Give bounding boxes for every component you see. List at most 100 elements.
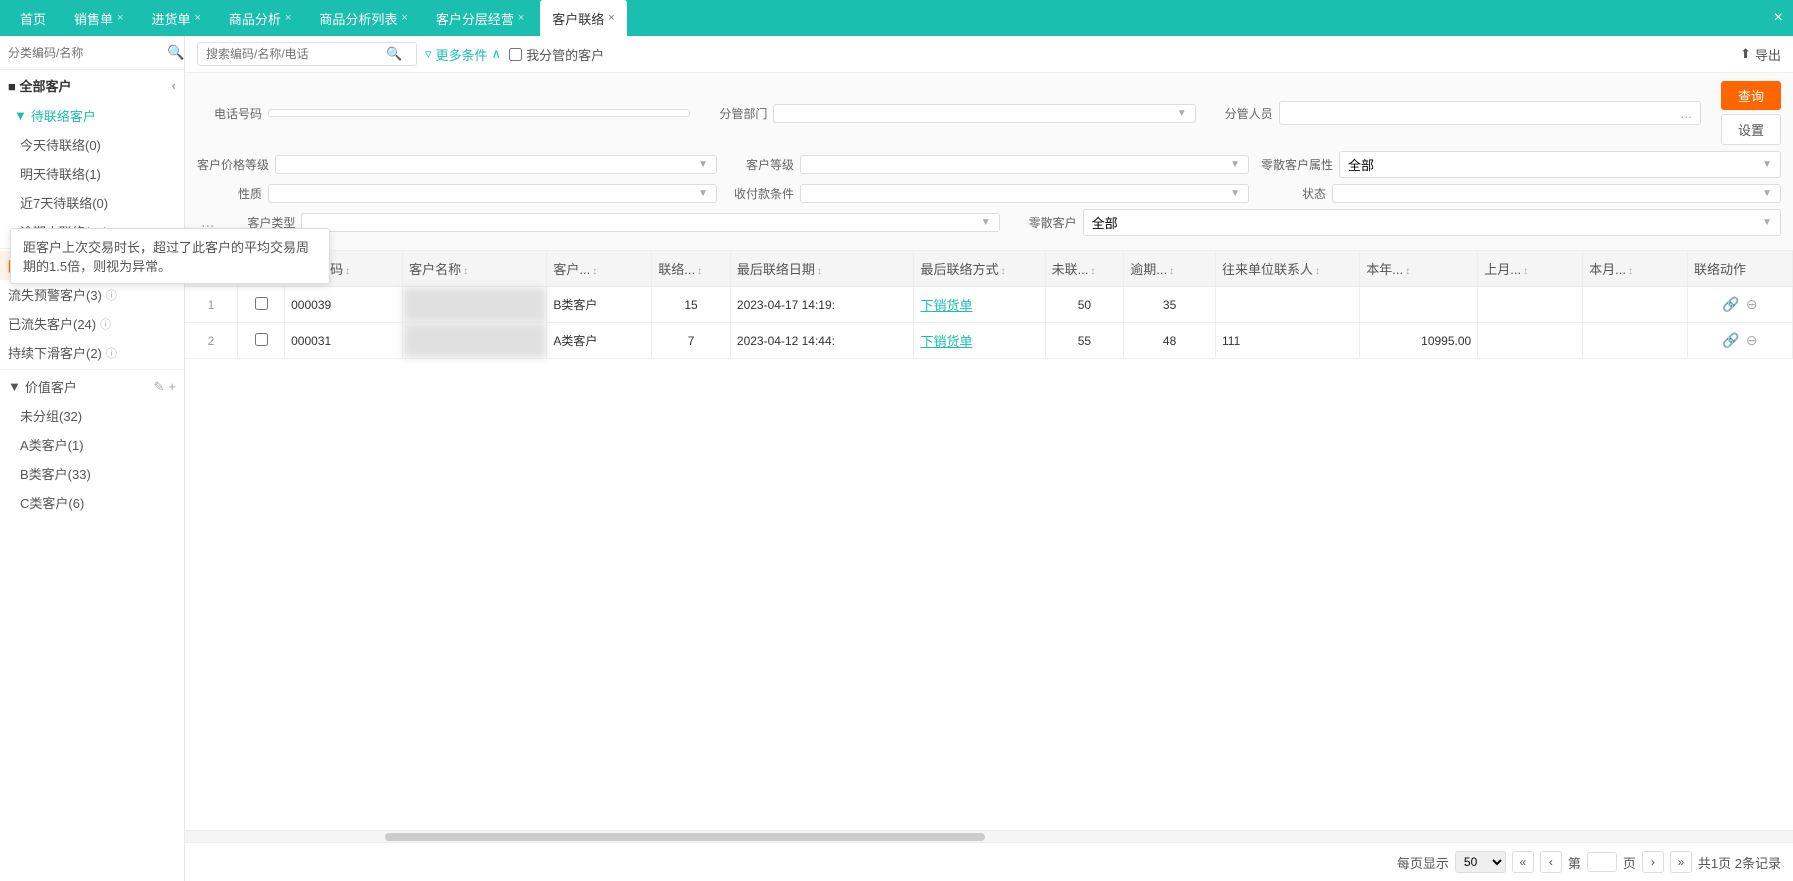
cell-checkbox[interactable] <box>237 287 284 323</box>
sort-icon[interactable]: ↕ <box>1315 266 1320 277</box>
sidebar-group-value-customer[interactable]: ▼ 价值客户 ✎ + <box>0 372 184 401</box>
payment-select[interactable]: ▼ <box>800 184 1249 203</box>
search-icon[interactable]: 🔍 <box>167 44 184 61</box>
customer-type-select[interactable]: ▼ <box>301 213 999 232</box>
nav-tab-customer-contact[interactable]: 客户联络 × <box>540 0 626 36</box>
contact-add-icon[interactable]: ⊖ <box>1746 296 1758 313</box>
more-conditions-button[interactable]: ▿ 更多条件 ∧ <box>425 45 501 64</box>
cell-customer-name[interactable] <box>403 287 547 323</box>
sidebar-item-declining[interactable]: 持续下滑客户(2) ⓘ <box>0 338 184 367</box>
next-page-button[interactable]: › <box>1642 851 1664 873</box>
sort-icon[interactable]: ↕ <box>1628 266 1633 277</box>
phone-input[interactable] <box>268 109 690 117</box>
sort-icon[interactable]: ↕ <box>463 266 468 277</box>
price-tier-label: 客户价格等级 <box>197 156 269 173</box>
cell-unit-contact <box>1216 287 1360 323</box>
nav-tab-home[interactable]: 首页 <box>8 0 58 36</box>
prev-page-button[interactable]: ‹ <box>1540 851 1562 873</box>
payment-label: 收付款条件 <box>729 185 794 202</box>
customer-grade-select[interactable]: ▼ <box>800 155 1249 174</box>
close-icon[interactable]: × <box>608 12 614 24</box>
sort-icon[interactable]: ↕ <box>1169 266 1174 277</box>
nav-tab-customer-tier[interactable]: 客户分层经营 × <box>424 0 536 36</box>
retail-attr-select[interactable]: 全部▼ <box>1339 151 1781 178</box>
sort-icon[interactable]: ↕ <box>345 266 350 277</box>
contact-method-link[interactable]: 下销货单 <box>920 298 972 313</box>
sidebar-item-today-contact[interactable]: 今天待联络(0) <box>0 130 184 159</box>
search-icon[interactable]: 🔍 <box>386 46 402 62</box>
sort-icon[interactable]: ↕ <box>1000 266 1005 277</box>
sidebar-item-lost-customers[interactable]: 已流失客户(24) ⓘ <box>0 309 184 338</box>
sidebar-item-class-b[interactable]: B类客户(33) <box>0 459 184 488</box>
page-number-input[interactable]: 1 <box>1587 852 1617 872</box>
my-customer-check[interactable] <box>509 48 522 61</box>
row-checkbox[interactable] <box>255 297 268 310</box>
sidebar-item-class-c[interactable]: C类客户(6) <box>0 488 184 517</box>
cell-checkbox[interactable] <box>237 323 284 359</box>
pagination-bar: 每页显示 50 100 200 « ‹ 第 1 页 › » 共1页 2条记录 <box>185 842 1793 881</box>
cell-overdue: 48 <box>1124 323 1216 359</box>
sort-icon[interactable]: ↕ <box>1405 266 1410 277</box>
plus-icon[interactable]: + <box>168 379 176 395</box>
sidebar-search-input[interactable] <box>8 46 163 60</box>
nav-tab-sales[interactable]: 销售单 × <box>62 0 135 36</box>
th-unread: 未联...↕ <box>1045 251 1124 287</box>
close-icon[interactable]: × <box>518 12 524 24</box>
sidebar-item-ungroup[interactable]: 未分组(32) <box>0 401 184 430</box>
contact-method-link[interactable]: 下销货单 <box>920 334 972 349</box>
row-checkbox[interactable] <box>255 333 268 346</box>
cell-customer-name[interactable] <box>403 323 547 359</box>
cell-last-month <box>1478 323 1583 359</box>
close-icon[interactable]: × <box>401 12 407 24</box>
export-button[interactable]: ⬆ 导出 <box>1740 45 1781 64</box>
per-page-select[interactable]: 50 100 200 <box>1455 851 1506 873</box>
nav-tab-product-list[interactable]: 商品分析列表 × <box>307 0 419 36</box>
edit-icon[interactable]: ✎ <box>154 379 165 395</box>
filter-search-input[interactable] <box>206 47 386 61</box>
cell-contact: 15 <box>652 287 731 323</box>
sidebar-item-loss-warning[interactable]: 流失预警客户(3) ⓘ <box>0 280 184 309</box>
sort-icon[interactable]: ↕ <box>1090 266 1095 277</box>
nav-tab-product-analysis[interactable]: 商品分析 × <box>217 0 303 36</box>
query-button[interactable]: 查询 <box>1721 81 1781 110</box>
customer-grade-label: 客户等级 <box>729 156 794 173</box>
close-icon[interactable]: × <box>285 12 291 24</box>
person-select[interactable]: ... <box>1279 101 1701 125</box>
first-page-button[interactable]: « <box>1512 851 1534 873</box>
sort-icon[interactable]: ↕ <box>817 266 822 277</box>
status-select[interactable]: ▼ <box>1332 184 1781 203</box>
sort-icon[interactable]: ↕ <box>592 266 597 277</box>
last-page-button[interactable]: » <box>1670 851 1692 873</box>
contact-add-icon[interactable]: ⊖ <box>1746 332 1758 349</box>
nature-select[interactable]: ▼ <box>268 184 717 203</box>
sidebar-search-bar: 🔍 <box>0 36 184 70</box>
close-icon[interactable]: × <box>117 12 123 24</box>
sidebar-item-tomorrow-contact[interactable]: 明天待联络(1) <box>0 159 184 188</box>
settings-button[interactable]: 设置 <box>1721 114 1781 145</box>
dept-select[interactable]: ▼ <box>773 104 1195 123</box>
sidebar-item-7day-contact[interactable]: 近7天待联络(0) <box>0 188 184 217</box>
cell-unread: 50 <box>1045 287 1124 323</box>
sort-icon[interactable]: ↕ <box>697 266 702 277</box>
close-icon[interactable]: × <box>194 12 200 24</box>
scrollbar-thumb[interactable] <box>385 833 985 841</box>
horizontal-scrollbar[interactable] <box>185 830 1793 842</box>
close-all-tabs-icon[interactable]: × <box>1774 9 1783 27</box>
nav-tab-purchase[interactable]: 进货单 × <box>139 0 212 36</box>
price-tier-select[interactable]: ▼ <box>275 155 717 174</box>
contact-detail-icon[interactable]: 🔗 <box>1722 296 1739 313</box>
filter-cell-price-tier: 客户价格等级 ▼ <box>197 155 717 174</box>
th-last-contact-date: 最后联络日期↕ <box>730 251 914 287</box>
cell-last-contact-method[interactable]: 下销货单 <box>914 323 1045 359</box>
info-icon: ⓘ <box>106 345 117 361</box>
collapse-icon[interactable]: ‹ <box>172 78 176 93</box>
retail-customer-select[interactable]: 全部▼ <box>1083 209 1781 236</box>
cell-last-contact-method[interactable]: 下销货单 <box>914 287 1045 323</box>
dept-label: 分管部门 <box>702 105 767 122</box>
chevron-down-icon: ▼ <box>1177 108 1187 119</box>
contact-detail-icon[interactable]: 🔗 <box>1722 332 1739 349</box>
sidebar-group-pending-contact[interactable]: ▼ 待联络客户 <box>0 101 184 130</box>
sort-icon[interactable]: ↕ <box>1523 266 1528 277</box>
sidebar-item-class-a[interactable]: A类客户(1) <box>0 430 184 459</box>
my-customer-checkbox[interactable]: 我分管的客户 <box>509 45 604 64</box>
